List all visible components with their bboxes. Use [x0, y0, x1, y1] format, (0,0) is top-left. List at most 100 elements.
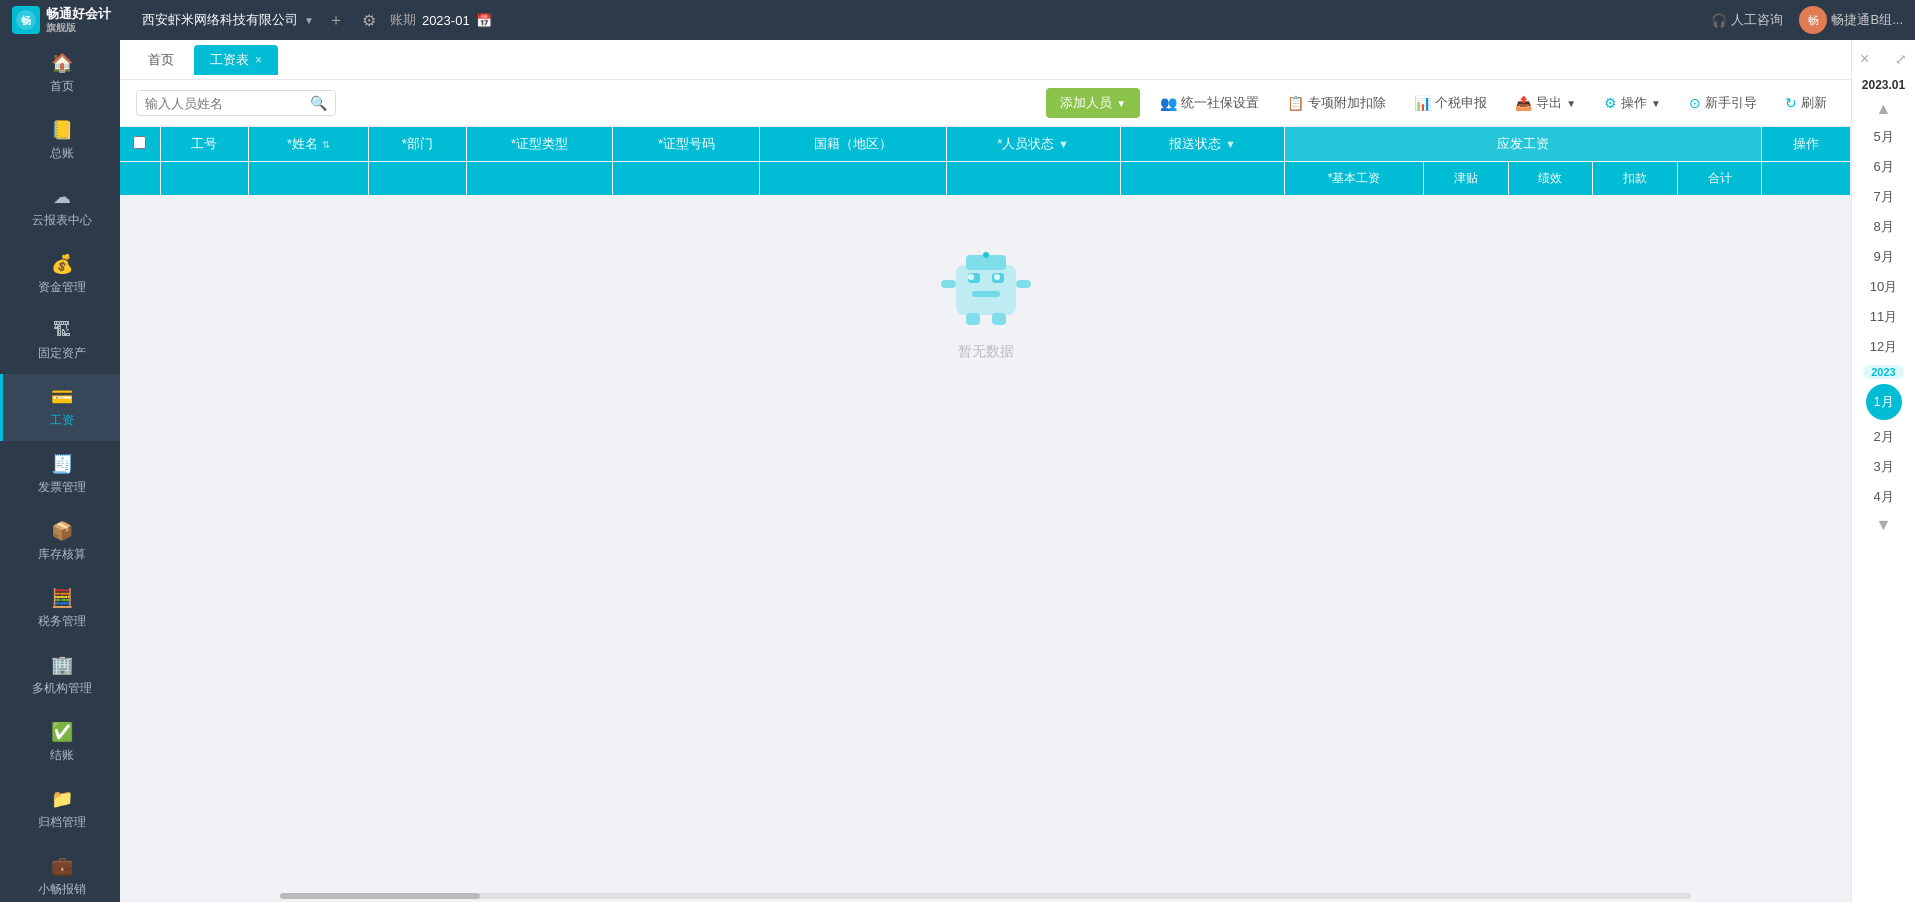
col-actions: 操作	[1762, 127, 1851, 162]
company-selector[interactable]: 西安虾米网络科技有限公司 ▼	[142, 11, 314, 29]
year-2023-label: 2023	[1863, 365, 1903, 379]
date-month-1-active[interactable]: 1月	[1866, 384, 1902, 420]
toolbar: 🔍 添加人员 ▼ 👥 统一社保设置 📋 专项附加扣除 📊 个	[120, 80, 1851, 127]
empty-state: 暂无数据	[120, 195, 1851, 401]
empty-text: 暂无数据	[958, 343, 1014, 361]
tab-salary[interactable]: 工资表 ×	[194, 45, 278, 75]
funds-icon: 💰	[51, 253, 73, 275]
operations-button[interactable]: ⚙ 操作 ▼	[1596, 94, 1669, 112]
filter-personnel-icon[interactable]: ▼	[1058, 138, 1069, 150]
date-month-11[interactable]: 11月	[1852, 302, 1915, 332]
sidebar-item-assets[interactable]: 🏗 固定资产	[0, 308, 120, 374]
logo-icon: 畅	[12, 6, 40, 34]
col-department: *部门	[368, 127, 466, 162]
sidebar-item-home[interactable]: 🏠 首页	[0, 40, 120, 107]
empty-robot-icon	[936, 235, 1036, 335]
invoice-icon: 🧾	[51, 453, 73, 475]
date-month-10[interactable]: 10月	[1852, 272, 1915, 302]
sidebar-item-tax[interactable]: 🧮 税务管理	[0, 575, 120, 642]
operations-arrow-icon: ▼	[1651, 98, 1661, 109]
company-name: 西安虾米网络科技有限公司	[142, 11, 298, 29]
main-layout: 🏠 首页 📒 总账 ☁ 云报表中心 💰 资金管理 🏗 固定资产 💳 工资 🧾 发…	[0, 40, 1915, 902]
social-security-button[interactable]: 👥 统一社保设置	[1152, 94, 1267, 112]
date-month-12[interactable]: 12月	[1852, 332, 1915, 362]
guide-button[interactable]: ⊙ 新手引导	[1681, 94, 1765, 112]
export-button[interactable]: 📤 导出 ▼	[1507, 94, 1584, 112]
header-right: 🎧 人工咨询 畅 畅捷通B组...	[1711, 6, 1903, 34]
svg-point-13	[994, 274, 1000, 280]
sidebar-item-funds[interactable]: 💰 资金管理	[0, 241, 120, 308]
select-all-header	[120, 127, 160, 162]
sidebar: 🏠 首页 📒 总账 ☁ 云报表中心 💰 资金管理 🏗 固定资产 💳 工资 🧾 发…	[0, 40, 120, 902]
date-month-7[interactable]: 7月	[1852, 182, 1915, 212]
sidebar-item-multi[interactable]: 🏢 多机构管理	[0, 642, 120, 709]
col-deduction: 扣款	[1593, 162, 1678, 196]
settings-icon[interactable]: ⚙	[358, 11, 380, 30]
operations-icon: ⚙	[1604, 95, 1617, 111]
sidebar-label-multi: 多机构管理	[32, 680, 92, 697]
tab-bar: 首页 工资表 ×	[120, 40, 1851, 80]
scrollbar-thumb[interactable]	[280, 893, 480, 899]
scrollbar-track	[280, 893, 1691, 899]
sidebar-item-close[interactable]: ✅ 结账	[0, 709, 120, 776]
date-month-2[interactable]: 2月	[1852, 422, 1915, 452]
date-panel-expand-icon[interactable]: ⤢	[1891, 47, 1911, 71]
calendar-icon[interactable]: 📅	[476, 13, 492, 28]
tab-home[interactable]: 首页	[132, 45, 190, 75]
select-all-checkbox[interactable]	[133, 136, 146, 149]
date-month-3[interactable]: 3月	[1852, 452, 1915, 482]
date-month-5[interactable]: 5月	[1852, 122, 1915, 152]
sidebar-item-expense[interactable]: 💼 小畅报销	[0, 843, 120, 902]
headset-icon: 🎧	[1711, 13, 1727, 28]
sidebar-label-cloud: 云报表中心	[32, 212, 92, 229]
content-with-panel: 首页 工资表 × 🔍 添加人员 ▼ 👥	[120, 40, 1915, 902]
sidebar-item-inventory[interactable]: 📦 库存核算	[0, 508, 120, 575]
salary-table: 工号 *姓名 ⇅ *部门 *证型类型	[120, 127, 1851, 195]
sidebar-item-ledger[interactable]: 📒 总账	[0, 107, 120, 174]
filter-report-icon[interactable]: ▼	[1225, 138, 1236, 150]
svg-rect-2	[956, 265, 1016, 315]
sidebar-item-invoice[interactable]: 🧾 发票管理	[0, 441, 120, 508]
period-value: 2023-01	[422, 13, 470, 28]
date-month-6[interactable]: 6月	[1852, 152, 1915, 182]
date-month-4[interactable]: 4月	[1852, 482, 1915, 512]
customer-service-button[interactable]: 🎧 人工咨询	[1711, 11, 1783, 29]
date-panel-down-arrow[interactable]: ▼	[1872, 512, 1896, 538]
date-panel-close-icon[interactable]: ×	[1856, 46, 1873, 72]
add-company-button[interactable]: ＋	[324, 10, 348, 31]
sidebar-label-assets: 固定资产	[38, 345, 86, 362]
date-panel-up-arrow[interactable]: ▲	[1872, 96, 1896, 122]
refresh-button[interactable]: ↻ 刷新	[1777, 94, 1835, 112]
add-people-button[interactable]: 添加人员 ▼	[1046, 88, 1140, 118]
main-content: 首页 工资表 × 🔍 添加人员 ▼ 👥	[120, 40, 1851, 902]
tab-close-icon[interactable]: ×	[255, 53, 262, 67]
sidebar-item-archive[interactable]: 📁 归档管理	[0, 776, 120, 843]
sort-name-icon: ⇅	[322, 139, 330, 150]
search-input[interactable]	[145, 96, 304, 111]
user-menu[interactable]: 畅 畅捷通B组...	[1799, 6, 1903, 34]
col-report-status: 报送状态 ▼	[1120, 127, 1285, 162]
chevron-down-icon: ▼	[304, 15, 314, 26]
tax-report-icon: 📊	[1414, 95, 1431, 111]
svg-rect-7	[972, 291, 1000, 297]
sidebar-label-home: 首页	[50, 78, 74, 95]
svg-rect-11	[992, 313, 1006, 325]
col-salary-group: 应发工资	[1285, 127, 1762, 162]
svg-rect-8	[941, 280, 956, 288]
date-panel: × ⤢ 2023.01 ▲ 5月 6月 7月 8月 9月 10月 11月 12月…	[1851, 40, 1915, 902]
col-allowance: 津贴	[1423, 162, 1508, 196]
sidebar-label-invoice: 发票管理	[38, 479, 86, 496]
guide-toolbar-icon: ⊙	[1689, 95, 1701, 111]
date-month-9[interactable]: 9月	[1852, 242, 1915, 272]
date-month-8[interactable]: 8月	[1852, 212, 1915, 242]
svg-point-4	[983, 252, 989, 258]
multi-icon: 🏢	[51, 654, 73, 676]
sidebar-item-cloud[interactable]: ☁ 云报表中心	[0, 174, 120, 241]
col-personnel-status: *人员状态 ▼	[946, 127, 1120, 162]
personal-tax-button[interactable]: 📊 个税申报	[1406, 94, 1495, 112]
expense-icon: 💼	[51, 855, 73, 877]
search-icon: 🔍	[310, 95, 327, 111]
col-number: 工号	[160, 127, 248, 162]
sidebar-item-salary[interactable]: 💳 工资	[0, 374, 120, 441]
special-deduction-button[interactable]: 📋 专项附加扣除	[1279, 94, 1394, 112]
